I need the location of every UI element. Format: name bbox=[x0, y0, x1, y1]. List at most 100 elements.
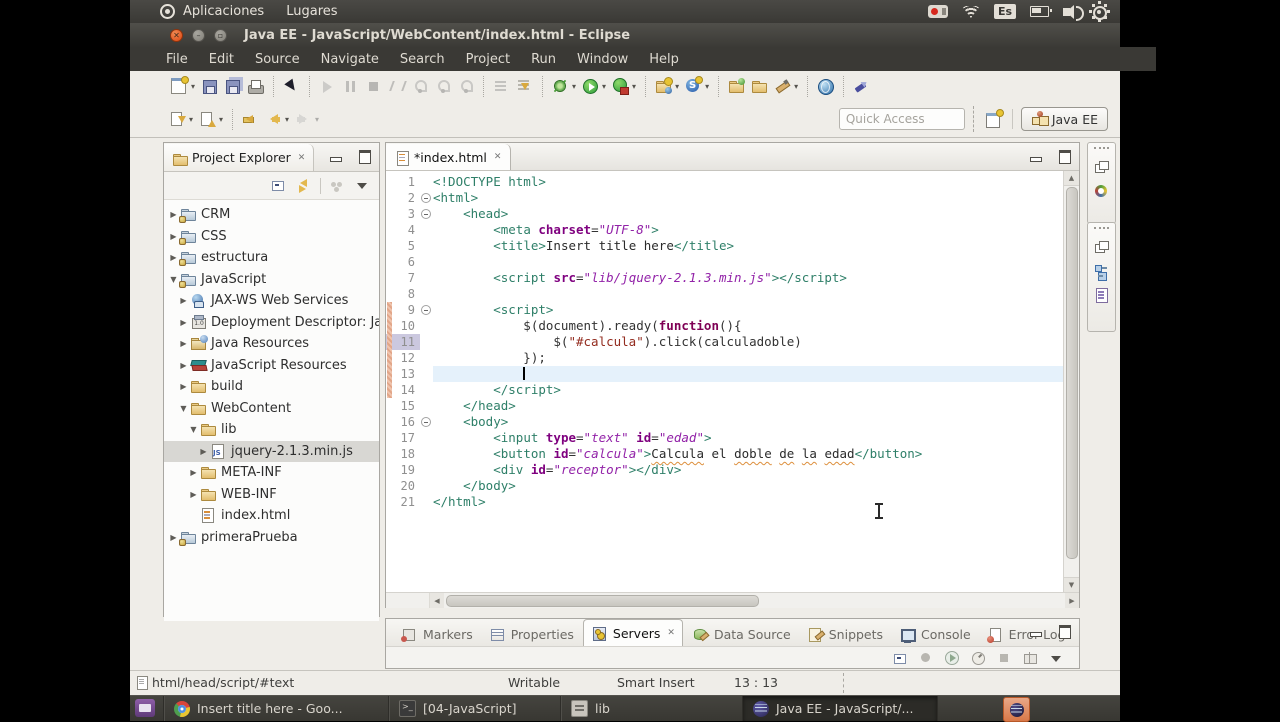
fold-marker[interactable] bbox=[420, 206, 433, 222]
tab-console[interactable]: Console bbox=[892, 622, 978, 646]
next-annotation-button[interactable]: ▾ bbox=[167, 109, 195, 130]
last-edit-location-button[interactable] bbox=[240, 109, 261, 130]
tree-item-estructura[interactable]: ▶ estructura bbox=[164, 247, 379, 269]
screen-record-icon[interactable] bbox=[927, 5, 948, 18]
tree-item-crm[interactable]: ▶ CRM bbox=[164, 204, 379, 226]
taskbar-item-terminal[interactable]: [04-JavaScript] bbox=[388, 696, 560, 721]
dropdown-arrow-icon[interactable]: ▾ bbox=[602, 82, 606, 91]
minimize-editor-button[interactable] bbox=[1030, 157, 1042, 162]
profile-clock-icon[interactable] bbox=[970, 650, 987, 667]
dropdown-arrow-icon[interactable]: ▾ bbox=[572, 82, 576, 91]
code-line-7[interactable]: 7 <script src="lib/jquery-2.1.3.min.js">… bbox=[386, 270, 1063, 286]
tree-twistie-icon[interactable]: ▶ bbox=[188, 468, 199, 477]
tab-snippets[interactable]: Snippets bbox=[800, 622, 890, 646]
search-flashlight-button[interactable] bbox=[851, 76, 872, 97]
collapse-fold-icon[interactable] bbox=[421, 193, 431, 203]
scroll-down-arrow[interactable]: ▼ bbox=[1064, 577, 1079, 592]
use-step-filters-button[interactable] bbox=[491, 76, 512, 97]
tree-twistie-icon[interactable]: ▼ bbox=[168, 275, 179, 284]
dropdown-arrow-icon[interactable]: ▾ bbox=[189, 115, 193, 124]
tree-item-index-html[interactable]: index.html bbox=[164, 505, 379, 527]
code-line-17[interactable]: 17 <input type="text" id="edad"> bbox=[386, 430, 1063, 446]
tree-twistie-icon[interactable]: ▶ bbox=[178, 296, 189, 305]
annotation-brush-button[interactable]: ▾ bbox=[772, 76, 800, 97]
tree-item-build[interactable]: ▶ build bbox=[164, 376, 379, 398]
tree-twistie-icon[interactable]: ▼ bbox=[178, 404, 189, 413]
fold-marker[interactable] bbox=[420, 414, 433, 430]
start-server-icon[interactable] bbox=[944, 650, 961, 667]
step-over-button[interactable] bbox=[432, 76, 453, 97]
link-with-editor-icon[interactable] bbox=[295, 177, 312, 194]
close-view-icon[interactable]: ✕ bbox=[667, 628, 675, 638]
close-view-icon[interactable]: ✕ bbox=[298, 153, 306, 163]
code-line-12[interactable]: 12 }); bbox=[386, 350, 1063, 366]
vertical-scroll-thumb[interactable] bbox=[1066, 187, 1078, 559]
save-all-button[interactable] bbox=[222, 76, 243, 97]
dropdown-arrow-icon[interactable]: ▾ bbox=[285, 115, 289, 124]
java-ee-perspective-button[interactable]: Java EE bbox=[1020, 107, 1108, 131]
tree-item-lib[interactable]: ▼ lib bbox=[164, 419, 379, 441]
resume-button[interactable] bbox=[317, 76, 338, 97]
tab-data-source[interactable]: Data Source bbox=[685, 622, 798, 646]
collapse-fold-icon[interactable] bbox=[421, 417, 431, 427]
code-line-19[interactable]: 19 <div id="receptor"></div> bbox=[386, 462, 1063, 478]
new-service-button[interactable]: ▾ bbox=[683, 75, 711, 97]
files-app-icon[interactable] bbox=[135, 699, 155, 717]
applications-menu[interactable]: Aplicaciones bbox=[183, 4, 264, 19]
code-line-3[interactable]: 3 <head> bbox=[386, 206, 1063, 222]
eclipse-launcher-button[interactable] bbox=[1003, 697, 1030, 722]
dd-black-icon[interactable] bbox=[1048, 650, 1065, 667]
taskbar-item-chrome[interactable]: Insert title here - Goo... bbox=[163, 696, 388, 721]
dropdown-arrow-icon[interactable]: ▾ bbox=[219, 115, 223, 124]
tree-twistie-icon[interactable]: ▼ bbox=[188, 425, 199, 434]
keyboard-layout-indicator[interactable]: Es bbox=[993, 4, 1016, 19]
collapse-fold-icon[interactable] bbox=[421, 209, 431, 219]
code-line-21[interactable]: 21 </html> bbox=[386, 494, 1063, 510]
tree-item-webcontent[interactable]: ▼ WebContent bbox=[164, 398, 379, 420]
project-explorer-tab[interactable]: Project Explorer ✕ bbox=[164, 144, 315, 171]
code-line-1[interactable]: 1 <!DOCTYPE html> bbox=[386, 174, 1063, 190]
step-into-button[interactable] bbox=[409, 76, 430, 97]
menu-help[interactable]: Help bbox=[649, 52, 679, 67]
window-minimize-button[interactable]: – bbox=[192, 28, 205, 42]
tree-twistie-icon[interactable]: ▶ bbox=[188, 490, 199, 499]
scroll-left-arrow[interactable]: ◀ bbox=[430, 593, 444, 608]
editor-vertical-scrollbar[interactable]: ▲ ▼ bbox=[1063, 171, 1079, 592]
menu-source[interactable]: Source bbox=[255, 52, 300, 67]
collapse-fold-icon[interactable] bbox=[421, 305, 431, 315]
tree-item-deployment-descriptor-jav[interactable]: ▶ Deployment Descriptor: Jav bbox=[164, 312, 379, 334]
code-area[interactable]: 1 <!DOCTYPE html> 2 <html> 3 <head> 4 <meta c… bbox=[386, 171, 1063, 592]
code-line-13[interactable]: 13 bbox=[386, 366, 1063, 382]
tree-item-css[interactable]: ▶ CSS bbox=[164, 226, 379, 248]
web-browser-button[interactable] bbox=[815, 76, 836, 97]
maximize-editor-button[interactable] bbox=[1059, 150, 1071, 164]
code-line-18[interactable]: 18 <button id="calcula">Calcula el doble… bbox=[386, 446, 1063, 462]
code-line-5[interactable]: 5 <title>Insert title here</title> bbox=[386, 238, 1063, 254]
code-line-14[interactable]: 14 </script> bbox=[386, 382, 1063, 398]
collapse-all-icon[interactable] bbox=[892, 650, 909, 667]
code-line-20[interactable]: 20 </body> bbox=[386, 478, 1063, 494]
tab-properties[interactable]: Properties bbox=[482, 622, 581, 646]
taskbar-item-lib-files[interactable]: lib bbox=[560, 696, 742, 721]
places-menu[interactable]: Lugares bbox=[286, 4, 337, 19]
editor-horizontal-scrollbar[interactable]: ◀ ▶ bbox=[386, 592, 1079, 608]
tree-twistie-icon[interactable]: ▶ bbox=[178, 318, 189, 327]
menu-run[interactable]: Run bbox=[531, 52, 556, 67]
tree-item-jquery-2-1-3-min-js[interactable]: ▶ jquery-2.1.3.min.js bbox=[164, 440, 379, 462]
prev-annotation-button[interactable]: ▾ bbox=[197, 109, 225, 130]
horizontal-scroll-track[interactable] bbox=[444, 593, 1065, 608]
collapse-all-icon[interactable] bbox=[270, 177, 287, 194]
documentation-view-icon[interactable] bbox=[1093, 287, 1110, 304]
save-button[interactable] bbox=[199, 76, 220, 97]
tab-markers[interactable]: Markers bbox=[394, 622, 480, 646]
tree-twistie-icon[interactable]: ▶ bbox=[178, 361, 189, 370]
new-wizard-button[interactable]: ▾ bbox=[167, 74, 197, 98]
taskbar-item-eclipse[interactable]: Java EE - JavaScript/... bbox=[742, 696, 938, 721]
code-line-2[interactable]: 2 <html> bbox=[386, 190, 1063, 206]
restore-view-icon[interactable] bbox=[1093, 159, 1110, 176]
drag-handle[interactable] bbox=[1094, 147, 1109, 152]
menu-project[interactable]: Project bbox=[466, 52, 510, 67]
back-button[interactable]: ▾ bbox=[263, 109, 291, 130]
tree-item-java-resources[interactable]: ▶ Java Resources bbox=[164, 333, 379, 355]
drop-to-frame-button[interactable] bbox=[514, 76, 535, 97]
